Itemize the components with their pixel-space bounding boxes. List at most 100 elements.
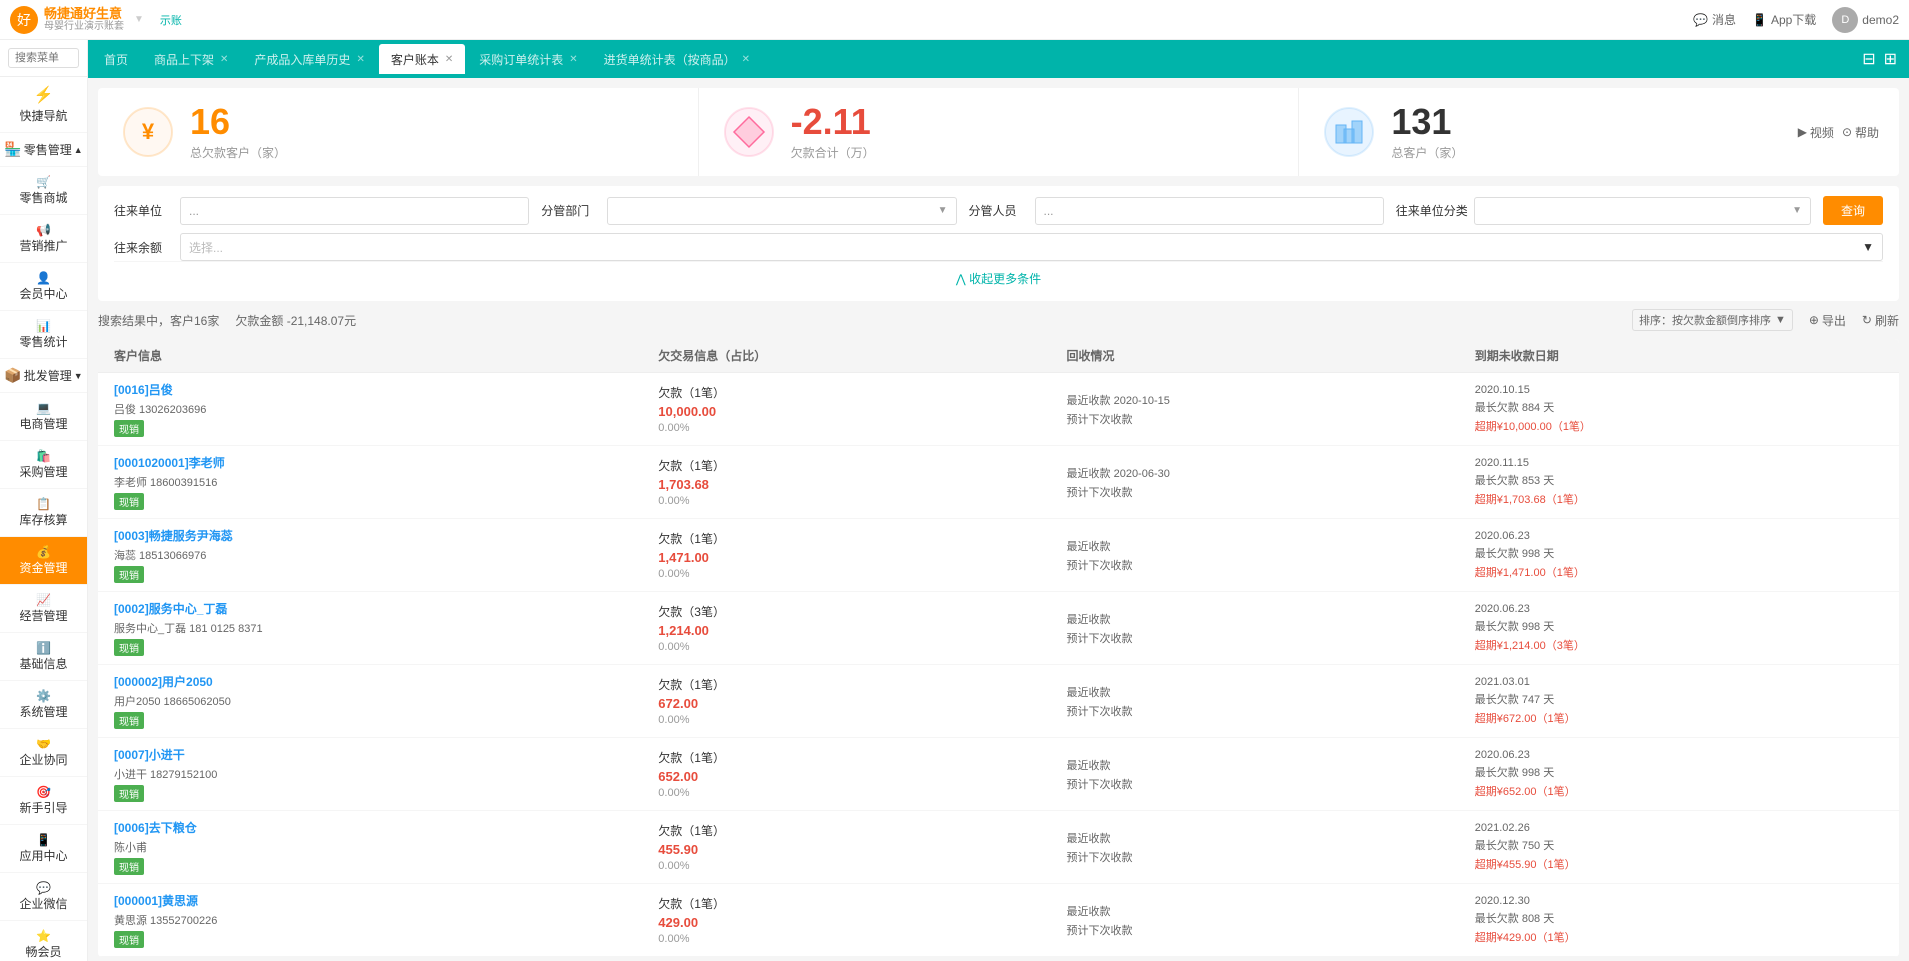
tab-home[interactable]: 首页 bbox=[92, 44, 140, 74]
overdue-link-8[interactable]: 超期¥429.00（1笔） bbox=[1475, 929, 1883, 945]
source-unit-input[interactable]: ... bbox=[180, 197, 529, 225]
table-row: [000002]用户2050 用户2050 18665062050 现销 欠款（… bbox=[98, 665, 1899, 738]
tab-close-product-onoff[interactable]: ✕ bbox=[220, 54, 228, 65]
sidebar-item-ecom[interactable]: 💻 电商管理 bbox=[0, 393, 87, 441]
help-btn[interactable]: ⊙ 帮助 bbox=[1842, 124, 1879, 141]
tabs-actions: ⊟ ⊞ bbox=[1862, 49, 1905, 69]
sort-select[interactable]: 排序：按欠款金额倒序排序 ▼ bbox=[1632, 309, 1793, 331]
customer-info-3: [0003]畅捷服务尹海蕊 海蕊 18513066976 现销 bbox=[114, 527, 658, 583]
video-btn[interactable]: ▶ 视频 bbox=[1798, 124, 1834, 141]
unit-category-input[interactable]: ▼ bbox=[1474, 197, 1811, 225]
customer-name-1[interactable]: [0016]吕俊 bbox=[114, 381, 658, 398]
customer-name-4[interactable]: [0002]服务中心_丁磊 bbox=[114, 600, 658, 617]
export-btn[interactable]: ⊕ 导出 bbox=[1809, 312, 1846, 329]
customer-contact-7: 陈小甫 bbox=[114, 839, 658, 855]
table-row: [0006]去下粮仓 陈小甫 现销 欠款（1笔） 455.90 0.00% 最近… bbox=[98, 811, 1899, 884]
demo-link[interactable]: 示账 bbox=[160, 12, 182, 28]
max-overdue-days-1: 最长欠款 884 天 bbox=[1475, 399, 1883, 415]
tab-close-inbound-stats[interactable]: ✕ bbox=[742, 54, 750, 65]
tab-customer-account[interactable]: 客户账本 ✕ bbox=[379, 44, 465, 74]
customer-info-7: [0006]去下粮仓 陈小甫 现销 bbox=[114, 819, 658, 875]
last-pay-1: 最近收款 2020-10-15 bbox=[1067, 392, 1475, 408]
overdue-link-1[interactable]: 超期¥10,000.00（1笔） bbox=[1475, 418, 1883, 434]
debt-amount-8: 429.00 bbox=[658, 915, 1066, 930]
debt-amount-4: 1,214.00 bbox=[658, 623, 1066, 638]
sidebar-item-app-center[interactable]: 📱 应用中心 bbox=[0, 825, 87, 873]
search-input[interactable] bbox=[8, 48, 79, 68]
refresh-btn[interactable]: ↻ 刷新 bbox=[1862, 312, 1899, 329]
sidebar-item-retail-mgmt[interactable]: 🏪 零售管理 ▲ bbox=[0, 133, 87, 167]
next-pay-2: 预计下次收款 bbox=[1067, 484, 1475, 500]
sidebar-item-retail-mall[interactable]: 🛒 零售商城 bbox=[0, 167, 87, 215]
tab-close-product-inbound[interactable]: ✕ bbox=[356, 54, 364, 65]
payback-info-4: 最近收款 预计下次收款 bbox=[1067, 611, 1475, 646]
dropdown-arrow-icon[interactable]: ▼ bbox=[134, 14, 144, 25]
stat-card-debt-customers: ¥ 16 总欠款客户（家） bbox=[98, 88, 699, 176]
customer-info-4: [0002]服务中心_丁磊 服务中心_丁磊 181 0125 8371 现销 bbox=[114, 600, 658, 656]
customer-info-1: [0016]吕俊 吕俊 13026203696 现销 bbox=[114, 381, 658, 437]
sidebar-item-retail-stats[interactable]: 📊 零售统计 bbox=[0, 311, 87, 359]
payback-info-7: 最近收款 预计下次收款 bbox=[1067, 830, 1475, 865]
sidebar-item-ops[interactable]: 📈 经营管理 bbox=[0, 585, 87, 633]
collapse-btn[interactable]: ⋀ 收起更多条件 bbox=[114, 261, 1883, 291]
customer-name-7[interactable]: [0006]去下粮仓 bbox=[114, 819, 658, 836]
sidebar-item-batch-mgmt[interactable]: 📦 批发管理 ▼ bbox=[0, 359, 87, 393]
overdue-link-7[interactable]: 超期¥455.90（1笔） bbox=[1475, 856, 1883, 872]
sidebar-item-corp-wechat[interactable]: 💬 企业微信 bbox=[0, 873, 87, 921]
message-nav[interactable]: 💬 消息 bbox=[1693, 11, 1736, 28]
corp-wechat-icon: 💬 bbox=[4, 881, 83, 895]
debt-count-2: 欠款（1笔） bbox=[658, 457, 1066, 474]
sidebar-item-corp-collab[interactable]: 🤝 企业协同 bbox=[0, 729, 87, 777]
overdue-info-8: 2020.12.30 最长欠款 808 天 超期¥429.00（1笔） bbox=[1475, 895, 1883, 945]
next-pay-5: 预计下次收款 bbox=[1067, 703, 1475, 719]
ecom-icon: 💻 bbox=[4, 401, 83, 415]
sidebar-item-base-info[interactable]: ℹ️ 基础信息 bbox=[0, 633, 87, 681]
overdue-link-6[interactable]: 超期¥652.00（1笔） bbox=[1475, 783, 1883, 799]
minimize-icon[interactable]: ⊟ bbox=[1862, 49, 1875, 69]
debt-ratio-2: 0.00% bbox=[658, 495, 1066, 507]
tab-purchase-order[interactable]: 采购订单统计表 ✕ bbox=[467, 44, 589, 74]
app-download-nav[interactable]: 📱 App下载 bbox=[1752, 11, 1816, 28]
overdue-link-3[interactable]: 超期¥1,471.00（1笔） bbox=[1475, 564, 1883, 580]
overdue-info-1: 2020.10.15 最长欠款 884 天 超期¥10,000.00（1笔） bbox=[1475, 384, 1883, 434]
customer-name-8[interactable]: [000001]黄思源 bbox=[114, 892, 658, 909]
collapse-arrow-icon: ⋀ bbox=[956, 272, 966, 286]
sidebar-item-purchase[interactable]: 🛍️ 采购管理 bbox=[0, 441, 87, 489]
sidebar-item-quick-nav[interactable]: ⚡ 快捷导航 bbox=[0, 77, 87, 133]
customer-name-5[interactable]: [000002]用户2050 bbox=[114, 673, 658, 690]
sidebar-item-system[interactable]: ⚙️ 系统管理 bbox=[0, 681, 87, 729]
query-button[interactable]: 查询 bbox=[1823, 196, 1883, 225]
debt-ratio-8: 0.00% bbox=[658, 933, 1066, 945]
tab-product-inbound[interactable]: 产成品入库单历史 ✕ bbox=[242, 44, 376, 74]
sidebar-item-new-guide[interactable]: 🎯 新手引导 bbox=[0, 777, 87, 825]
table-row: [0002]服务中心_丁磊 服务中心_丁磊 181 0125 8371 现销 欠… bbox=[98, 592, 1899, 665]
stat-card-total-customers: 131 总客户（家） ▶ 视频 ⊙ 帮助 bbox=[1299, 88, 1899, 176]
customer-name-3[interactable]: [0003]畅捷服务尹海蕊 bbox=[114, 527, 658, 544]
maximize-icon[interactable]: ⊞ bbox=[1884, 49, 1897, 69]
debt-amount-7: 455.90 bbox=[658, 842, 1066, 857]
max-overdue-days-6: 最长欠款 998 天 bbox=[1475, 764, 1883, 780]
customer-name-6[interactable]: [0007]小进干 bbox=[114, 746, 658, 763]
sidebar-item-inventory[interactable]: 📋 库存核算 bbox=[0, 489, 87, 537]
tab-close-customer-account[interactable]: ✕ bbox=[445, 54, 453, 65]
overdue-link-2[interactable]: 超期¥1,703.68（1笔） bbox=[1475, 491, 1883, 507]
sidebar-item-finance[interactable]: 💰 资金管理 bbox=[0, 537, 87, 585]
debt-info-4: 欠款（3笔） 1,214.00 0.00% bbox=[658, 603, 1066, 653]
tab-product-onoff[interactable]: 商品上下架 ✕ bbox=[142, 44, 240, 74]
stat-card-debt-total: -2.11 欠款合计（万） bbox=[699, 88, 1300, 176]
customer-name-2[interactable]: [0001020001]李老师 bbox=[114, 454, 658, 471]
sidebar-item-marketing[interactable]: 📢 营销推广 bbox=[0, 215, 87, 263]
max-overdue-days-3: 最长欠款 998 天 bbox=[1475, 545, 1883, 561]
tab-inbound-stats[interactable]: 进货单统计表（按商品） ✕ bbox=[592, 44, 762, 74]
tab-close-purchase-order[interactable]: ✕ bbox=[569, 54, 577, 65]
sidebar-item-member-center[interactable]: 👤 会员中心 bbox=[0, 263, 87, 311]
balance-arrow-icon: ▼ bbox=[1862, 240, 1874, 254]
overdue-link-5[interactable]: 超期¥672.00（1笔） bbox=[1475, 710, 1883, 726]
department-input[interactable]: ▼ bbox=[607, 197, 956, 225]
balance-select[interactable]: 选择... ▼ bbox=[180, 233, 1883, 261]
manager-input[interactable]: ... bbox=[1035, 197, 1384, 225]
user-avatar[interactable]: D demo2 bbox=[1832, 7, 1899, 33]
sidebar-item-member-vip[interactable]: ⭐ 畅会员 bbox=[0, 921, 87, 961]
debt-ratio-4: 0.00% bbox=[658, 641, 1066, 653]
overdue-link-4[interactable]: 超期¥1,214.00（3笔） bbox=[1475, 637, 1883, 653]
